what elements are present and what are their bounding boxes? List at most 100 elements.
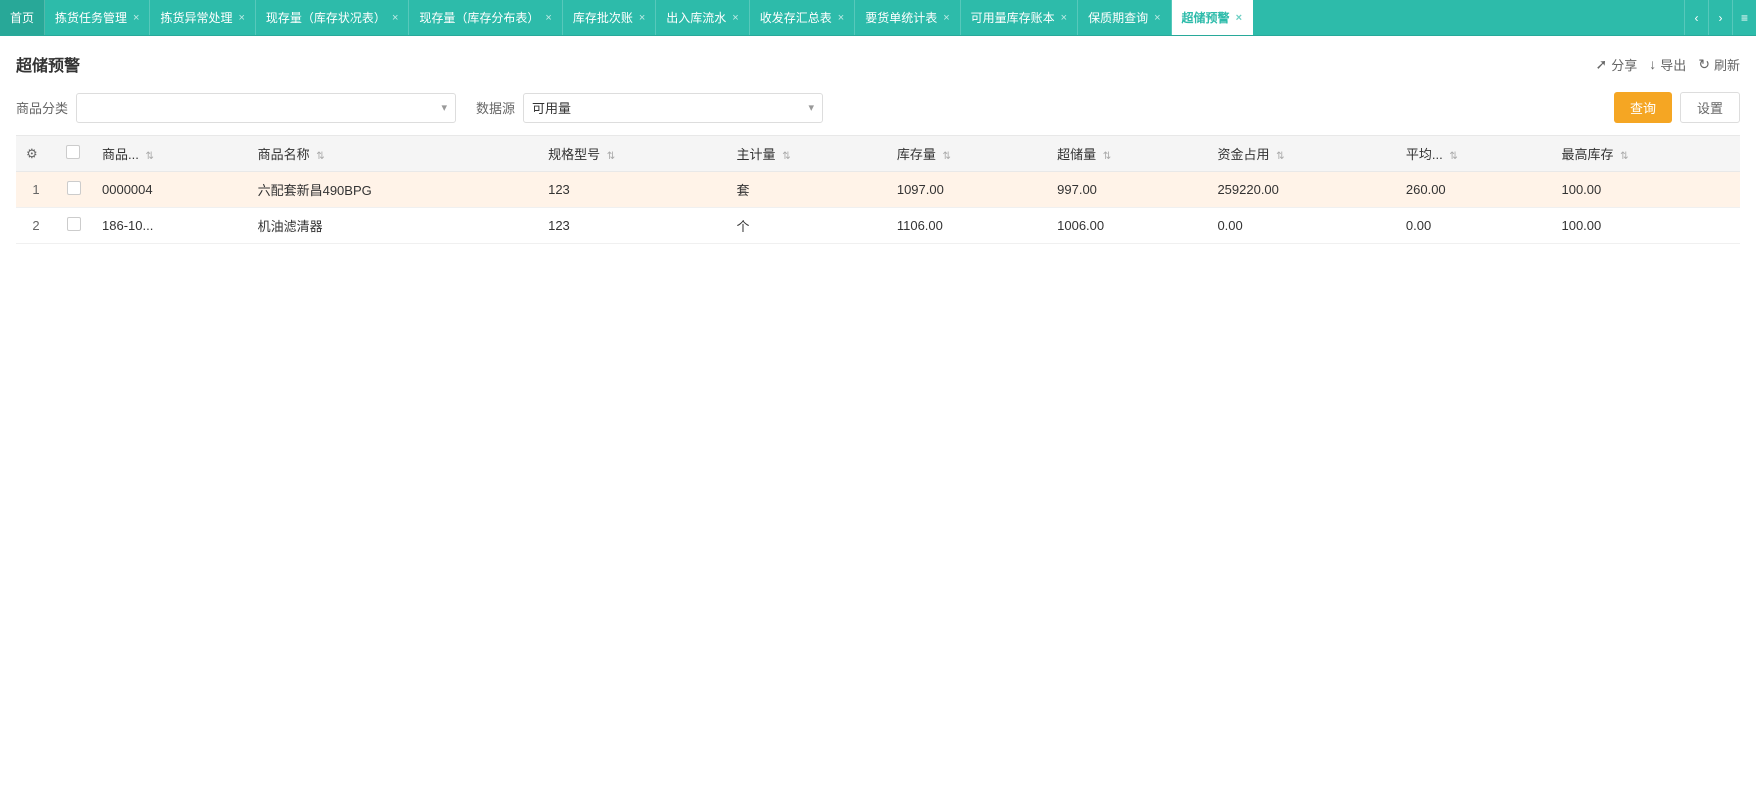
row-overstock: 997.00 [1047,172,1207,208]
export-icon: ↓ [1649,56,1656,72]
datasource-select[interactable]: 可用量 ▾ [523,93,823,123]
close-tab-4[interactable]: × [545,12,551,24]
data-table: ⚙ 商品... ⇅ 商品名称 ⇅ 规格型号 ⇅ 主计量 [16,135,1740,244]
table-header: ⚙ 商品... ⇅ 商品名称 ⇅ 规格型号 ⇅ 主计量 [16,136,1740,172]
row-product-code: 0000004 [92,172,248,208]
sort-product-name-icon: ⇅ [316,151,324,162]
th-max-stock[interactable]: 最高库存 ⇅ [1551,136,1740,172]
row-unit: 套 [727,172,887,208]
nav-tab-home[interactable]: 首页 [0,0,45,35]
query-button[interactable]: 查询 [1614,92,1672,123]
th-stock[interactable]: 库存量 ⇅ [887,136,1047,172]
close-tab-5[interactable]: × [639,12,645,24]
datasource-filter: 数据源 可用量 ▾ [476,93,823,123]
th-avg[interactable]: 平均... ⇅ [1396,136,1552,172]
nav-tab-9[interactable]: 可用量库存账本 × [961,0,1078,35]
close-tab-8[interactable]: × [943,12,949,24]
close-tab-10[interactable]: × [1154,12,1160,24]
close-tab-1[interactable]: × [133,12,139,24]
row-product-name: 六配套新昌490BPG [248,172,539,208]
sort-avg-icon: ⇅ [1449,151,1457,162]
close-tab-6[interactable]: × [732,12,738,24]
row-product-name: 机油滤清器 [248,208,539,244]
page-title: 超储预警 [16,52,80,76]
close-tab-3[interactable]: × [392,12,398,24]
category-filter: 商品分类 ▾ [16,93,456,123]
th-overstock[interactable]: 超储量 ⇅ [1047,136,1207,172]
row-stock: 1106.00 [887,208,1047,244]
th-capital[interactable]: 资金占用 ⇅ [1207,136,1395,172]
close-tab-11[interactable]: × [1236,12,1242,24]
sort-product-code-icon: ⇅ [145,151,153,162]
page-content: 超储预警 ➚ 分享 ↓ 导出 ↻ 刷新 商品分类 ▾ 数据源 [0,36,1756,800]
nav-tab-8[interactable]: 要货单统计表 × [855,0,960,35]
nav-next-button[interactable]: › [1708,0,1732,35]
th-product-name[interactable]: 商品名称 ⇅ [248,136,539,172]
refresh-icon: ↻ [1698,56,1710,73]
nav-tab-4[interactable]: 现存量（库存分布表） × [409,0,562,35]
sort-unit-icon: ⇅ [782,151,790,162]
category-chevron-icon: ▾ [441,101,447,114]
filter-row-1: 商品分类 ▾ 数据源 可用量 ▾ 查询 设置 [16,92,1740,123]
row-max-stock: 100.00 [1551,208,1740,244]
nav-tab-3[interactable]: 现存量（库存状况表） × [256,0,409,35]
row-avg: 0.00 [1396,208,1552,244]
category-label: 商品分类 [16,98,68,117]
page-header: 超储预警 ➚ 分享 ↓ 导出 ↻ 刷新 [16,52,1740,76]
table-row: 1 0000004 六配套新昌490BPG 123 套 1097.00 997.… [16,172,1740,208]
row-checkbox-cell [56,172,92,208]
settings-icon[interactable]: ⚙ [26,146,38,162]
filter-buttons: 查询 设置 [1614,92,1740,123]
table-row: 2 186-10... 机油滤清器 123 个 1106.00 1006.00 … [16,208,1740,244]
sort-overstock-icon: ⇅ [1103,151,1111,162]
table-header-row: ⚙ 商品... ⇅ 商品名称 ⇅ 规格型号 ⇅ 主计量 [16,136,1740,172]
nav-tab-7[interactable]: 收发存汇总表 × [750,0,855,35]
close-tab-7[interactable]: × [838,12,844,24]
row-checkbox[interactable] [67,217,81,231]
nav-prev-button[interactable]: ‹ [1684,0,1708,35]
top-nav: 首页 拣货任务管理 × 拣货异常处理 × 现存量（库存状况表） × 现存量（库存… [0,0,1756,36]
sort-capital-icon: ⇅ [1276,151,1284,162]
nav-tab-6[interactable]: 出入库流水 × [656,0,749,35]
settings-button[interactable]: 设置 [1680,92,1740,123]
sort-stock-icon: ⇅ [942,151,950,162]
nav-tab-5[interactable]: 库存批次账 × [563,0,656,35]
close-tab-9[interactable]: × [1061,12,1067,24]
th-settings: ⚙ [16,136,56,172]
row-capital: 259220.00 [1207,172,1395,208]
select-all-checkbox[interactable] [66,145,80,159]
row-spec: 123 [538,208,726,244]
nav-tab-10[interactable]: 保质期查询 × [1078,0,1171,35]
datasource-label: 数据源 [476,98,515,117]
table-body: 1 0000004 六配套新昌490BPG 123 套 1097.00 997.… [16,172,1740,244]
header-actions: ➚ 分享 ↓ 导出 ↻ 刷新 [1595,55,1740,74]
row-avg: 260.00 [1396,172,1552,208]
refresh-button[interactable]: ↻ 刷新 [1698,55,1740,74]
datasource-select-value: 可用量 [532,98,571,117]
row-checkbox-cell [56,208,92,244]
th-unit[interactable]: 主计量 ⇅ [727,136,887,172]
row-index: 1 [16,172,56,208]
row-max-stock: 100.00 [1551,172,1740,208]
row-checkbox[interactable] [67,181,81,195]
share-icon: ➚ [1595,56,1607,73]
nav-tab-2[interactable]: 拣货异常处理 × [150,0,255,35]
category-select[interactable]: ▾ [76,93,456,123]
export-button[interactable]: ↓ 导出 [1649,55,1686,74]
row-capital: 0.00 [1207,208,1395,244]
row-spec: 123 [538,172,726,208]
th-spec[interactable]: 规格型号 ⇅ [538,136,726,172]
nav-tab-11[interactable]: 超储预警 × [1172,0,1253,35]
sort-spec-icon: ⇅ [607,151,615,162]
th-product-code[interactable]: 商品... ⇅ [92,136,248,172]
row-product-code: 186-10... [92,208,248,244]
row-stock: 1097.00 [887,172,1047,208]
nav-more-button[interactable]: ≡ [1732,0,1756,35]
close-tab-2[interactable]: × [238,12,244,24]
share-button[interactable]: ➚ 分享 [1595,55,1637,74]
row-overstock: 1006.00 [1047,208,1207,244]
nav-tab-1[interactable]: 拣货任务管理 × [45,0,150,35]
row-index: 2 [16,208,56,244]
row-unit: 个 [727,208,887,244]
th-checkbox [56,136,92,172]
